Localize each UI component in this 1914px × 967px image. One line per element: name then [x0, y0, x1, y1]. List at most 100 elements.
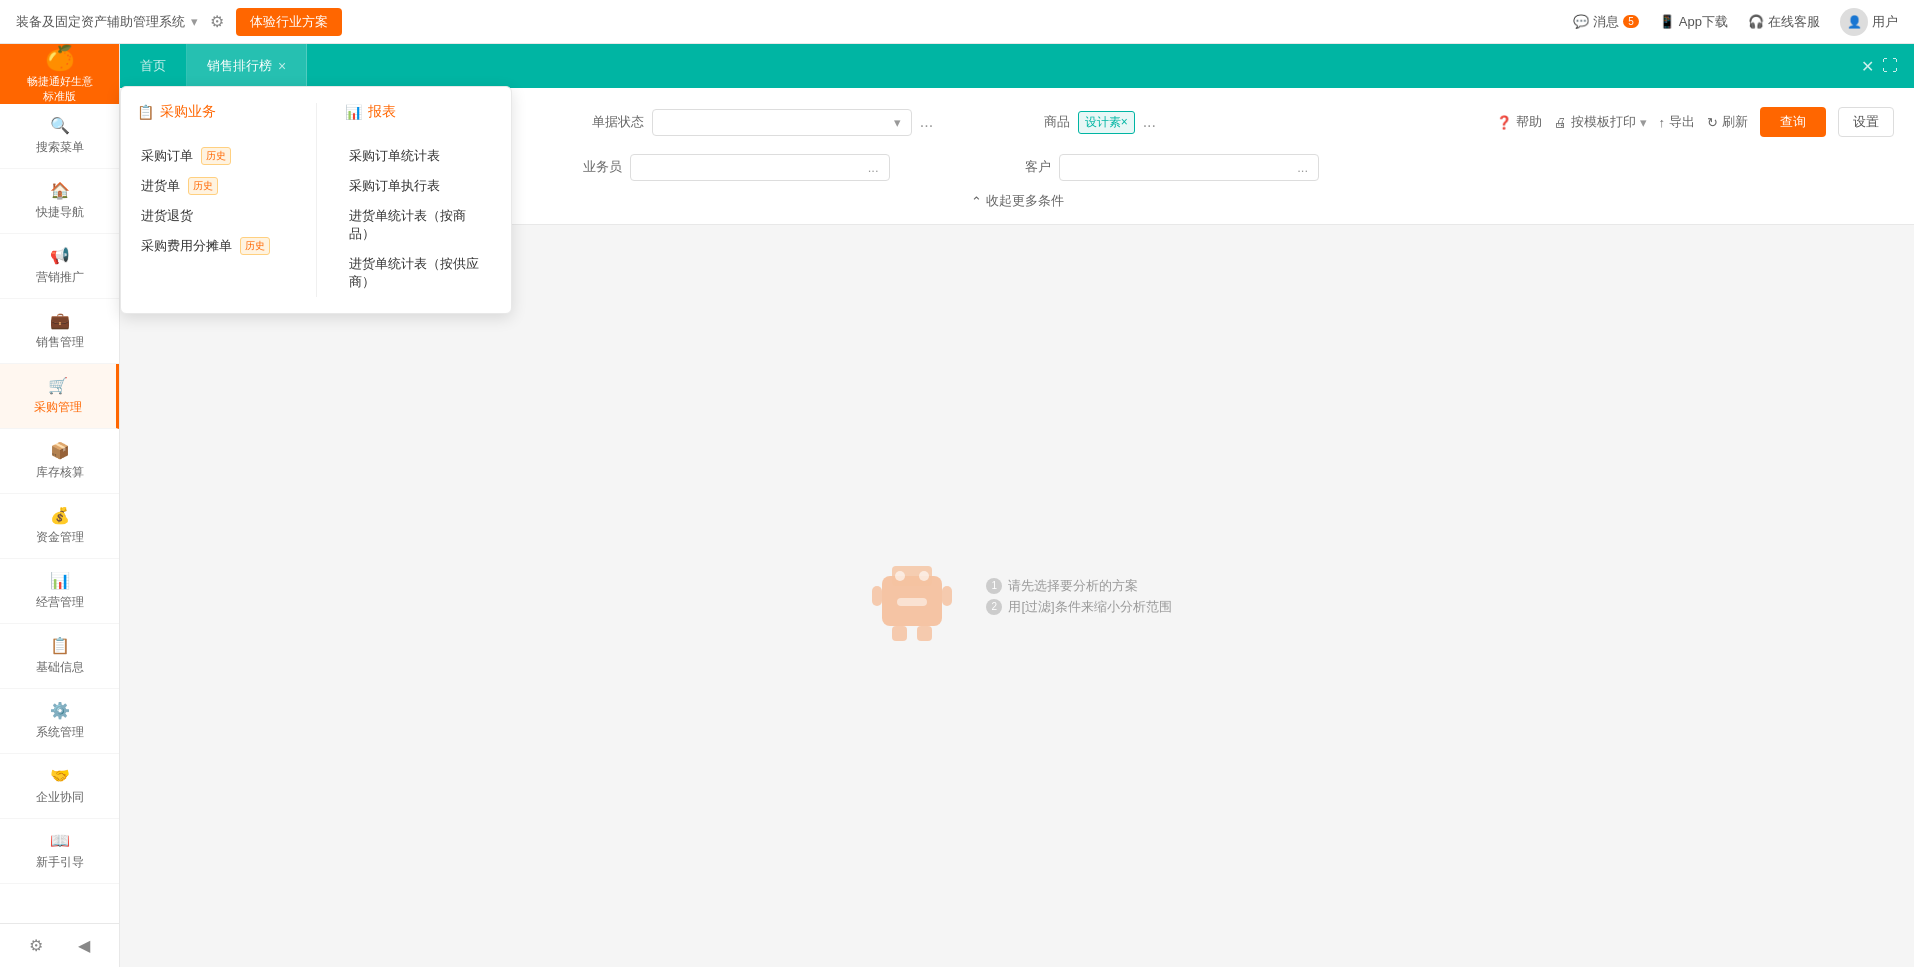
tab-maximize-button[interactable]: ⛶ — [1882, 57, 1898, 75]
sidebar-bottom: ⚙ ◀ — [0, 923, 119, 967]
dropdown-item-return[interactable]: 进货退货 — [137, 201, 288, 231]
goods-dots[interactable]: ... — [1143, 113, 1156, 131]
chevron-down-icon: ▾ — [894, 115, 901, 130]
svg-rect-7 — [892, 626, 907, 641]
empty-state: 1 请先选择要分析的方案 2 用[过滤]条件来缩小分析范围 — [120, 225, 1914, 967]
sidebar-item-finance[interactable]: 💰 资金管理 — [0, 494, 119, 559]
tab-close-window-button[interactable]: ✕ — [1861, 57, 1874, 76]
print-button[interactable]: 🖨 按模板打印 ▾ — [1554, 113, 1647, 131]
industry-btn[interactable]: 体验行业方案 — [236, 8, 342, 36]
salesperson-label: 业务员 — [583, 158, 622, 176]
message-button[interactable]: 💬 消息 5 — [1573, 13, 1639, 31]
sidebar-item-basic-info[interactable]: 📋 基础信息 — [0, 624, 119, 689]
online-service-icon: 🎧 — [1748, 14, 1764, 29]
reports-section-title-text: 报表 — [368, 103, 396, 121]
sidebar-item-purchase[interactable]: 🛒 采购管理 — [0, 364, 119, 429]
sidebar-label-marketing: 营销推广 — [36, 269, 84, 286]
logo-icon: 🍊 — [45, 44, 75, 72]
tab-sales-ranking[interactable]: 销售排行榜 × — [187, 44, 307, 88]
dropdown-item-expense[interactable]: 采购费用分摊单 历史 — [137, 231, 288, 261]
inventory-icon: 📦 — [50, 441, 70, 460]
goods-label: 商品 — [1044, 113, 1070, 131]
purchase-section: 📋 采购业务 采购订单 历史 进货单 历史 进货退货 采购费用分摊单 历史 — [137, 103, 288, 297]
sidebar-item-sales[interactable]: 💼 销售管理 — [0, 299, 119, 364]
sidebar-item-guide[interactable]: 📖 新手引导 — [0, 819, 119, 884]
sidebar-item-inventory[interactable]: 📦 库存核算 — [0, 429, 119, 494]
customer-select[interactable]: ... — [1059, 154, 1319, 181]
return-label: 进货退货 — [141, 207, 193, 225]
purchase-section-title-text: 采购业务 — [160, 103, 216, 121]
purchase-dropdown-menu: 📋 采购业务 采购订单 历史 进货单 历史 进货退货 采购费用分摊单 历史 📊 … — [120, 86, 512, 314]
finance-icon: 💰 — [50, 506, 70, 525]
expense-label: 采购费用分摊单 — [141, 237, 232, 255]
tab-home[interactable]: 首页 — [120, 44, 187, 88]
hint2: 2 用[过滤]条件来缩小分析范围 — [986, 598, 1171, 616]
doc-status-row: 单据状态 ▾ ... — [592, 109, 1028, 136]
tab-home-label: 首页 — [140, 57, 166, 75]
system-title: 装备及固定资产辅助管理系统 ▾ — [16, 13, 198, 31]
online-service-label: 在线客服 — [1768, 13, 1820, 31]
query-button[interactable]: 查询 — [1760, 107, 1826, 137]
sidebar-item-operations[interactable]: 📊 经营管理 — [0, 559, 119, 624]
dropdown-item-purchase-order[interactable]: 采购订单 历史 — [137, 141, 288, 171]
purchase-section-icon: 📋 — [137, 104, 154, 120]
top-bar: 装备及固定资产辅助管理系统 ▾ ⚙ 体验行业方案 💬 消息 5 📱 App下载 … — [0, 0, 1914, 44]
salesperson-select[interactable]: ... — [630, 154, 890, 181]
dropdown-item-incoming-stats-goods[interactable]: 进货单统计表（按商品） — [345, 201, 496, 249]
user-button[interactable]: 👤 用户 — [1840, 8, 1898, 36]
salesperson-dots[interactable]: ... — [868, 160, 879, 175]
incoming-label: 进货单 — [141, 177, 180, 195]
user-label: 用户 — [1872, 13, 1898, 31]
doc-status-dots[interactable]: ... — [920, 113, 933, 131]
purchase-order-history-tag: 历史 — [201, 147, 231, 165]
purchase-section-title: 📋 采购业务 — [137, 103, 288, 129]
export-button[interactable]: ↑ 导出 — [1659, 113, 1696, 131]
gear-button[interactable]: ⚙ — [210, 12, 224, 31]
incoming-history-tag: 历史 — [188, 177, 218, 195]
online-service-button[interactable]: 🎧 在线客服 — [1748, 13, 1820, 31]
system-dropdown-arrow[interactable]: ▾ — [191, 14, 198, 29]
refresh-button[interactable]: ↻ 刷新 — [1707, 113, 1748, 131]
goods-tag[interactable]: 设计素× — [1078, 111, 1135, 134]
dropdown-item-order-exec[interactable]: 采购订单执行表 — [345, 171, 496, 201]
sidebar-item-marketing[interactable]: 📢 营销推广 — [0, 234, 119, 299]
collapse-button[interactable]: ⌃ 收起更多条件 — [971, 192, 1064, 210]
app-download-label: App下载 — [1679, 13, 1728, 31]
sidebar-label-operations: 经营管理 — [36, 594, 84, 611]
sidebar-label-guide: 新手引导 — [36, 854, 84, 871]
sidebar-item-search[interactable]: 🔍 搜索菜单 — [0, 104, 119, 169]
sidebar-item-system[interactable]: ⚙️ 系统管理 — [0, 689, 119, 754]
guide-icon: 📖 — [50, 831, 70, 850]
tab-close-button[interactable]: × — [278, 58, 286, 74]
customer-dots[interactable]: ... — [1297, 160, 1308, 175]
sidebar: 🍊 畅捷通好生意 标准版 🔍 搜索菜单 🏠 快捷导航 📢 营销推广 💼 销售管理 — [0, 44, 120, 967]
app-download-button[interactable]: 📱 App下载 — [1659, 13, 1728, 31]
robot-svg — [862, 546, 962, 646]
settings-bottom-button[interactable]: ⚙ — [29, 936, 43, 955]
collapse-sidebar-button[interactable]: ◀ — [78, 936, 90, 955]
refresh-icon: ↻ — [1707, 115, 1718, 130]
dropdown-divider — [316, 103, 317, 297]
svg-rect-4 — [897, 598, 927, 606]
tab-sales-ranking-label: 销售排行榜 — [207, 57, 272, 75]
sidebar-label-sales: 销售管理 — [36, 334, 84, 351]
system-icon: ⚙️ — [50, 701, 70, 720]
doc-status-select[interactable]: ▾ — [652, 109, 912, 136]
dropdown-item-incoming[interactable]: 进货单 历史 — [137, 171, 288, 201]
sidebar-label-enterprise: 企业协同 — [36, 789, 84, 806]
sidebar-item-enterprise[interactable]: 🤝 企业协同 — [0, 754, 119, 819]
enterprise-icon: 🤝 — [50, 766, 70, 785]
sidebar-item-home[interactable]: 🏠 快捷导航 — [0, 169, 119, 234]
dropdown-item-incoming-stats-supplier[interactable]: 进货单统计表（按供应商） — [345, 249, 496, 297]
dropdown-item-order-stats[interactable]: 采购订单统计表 — [345, 141, 496, 171]
expense-history-tag: 历史 — [240, 237, 270, 255]
help-button[interactable]: ❓ 帮助 — [1496, 113, 1542, 131]
message-badge: 5 — [1623, 15, 1639, 28]
logo-line1: 畅捷通好生意 — [27, 74, 93, 89]
operations-icon: 📊 — [50, 571, 70, 590]
refresh-label: 刷新 — [1722, 113, 1748, 131]
salesperson-filter-row: 业务员 ... — [583, 154, 1010, 181]
collapse-label: 收起更多条件 — [986, 192, 1064, 210]
empty-hints: 1 请先选择要分析的方案 2 用[过滤]条件来缩小分析范围 — [986, 574, 1171, 619]
settings-button[interactable]: 设置 — [1838, 107, 1894, 137]
